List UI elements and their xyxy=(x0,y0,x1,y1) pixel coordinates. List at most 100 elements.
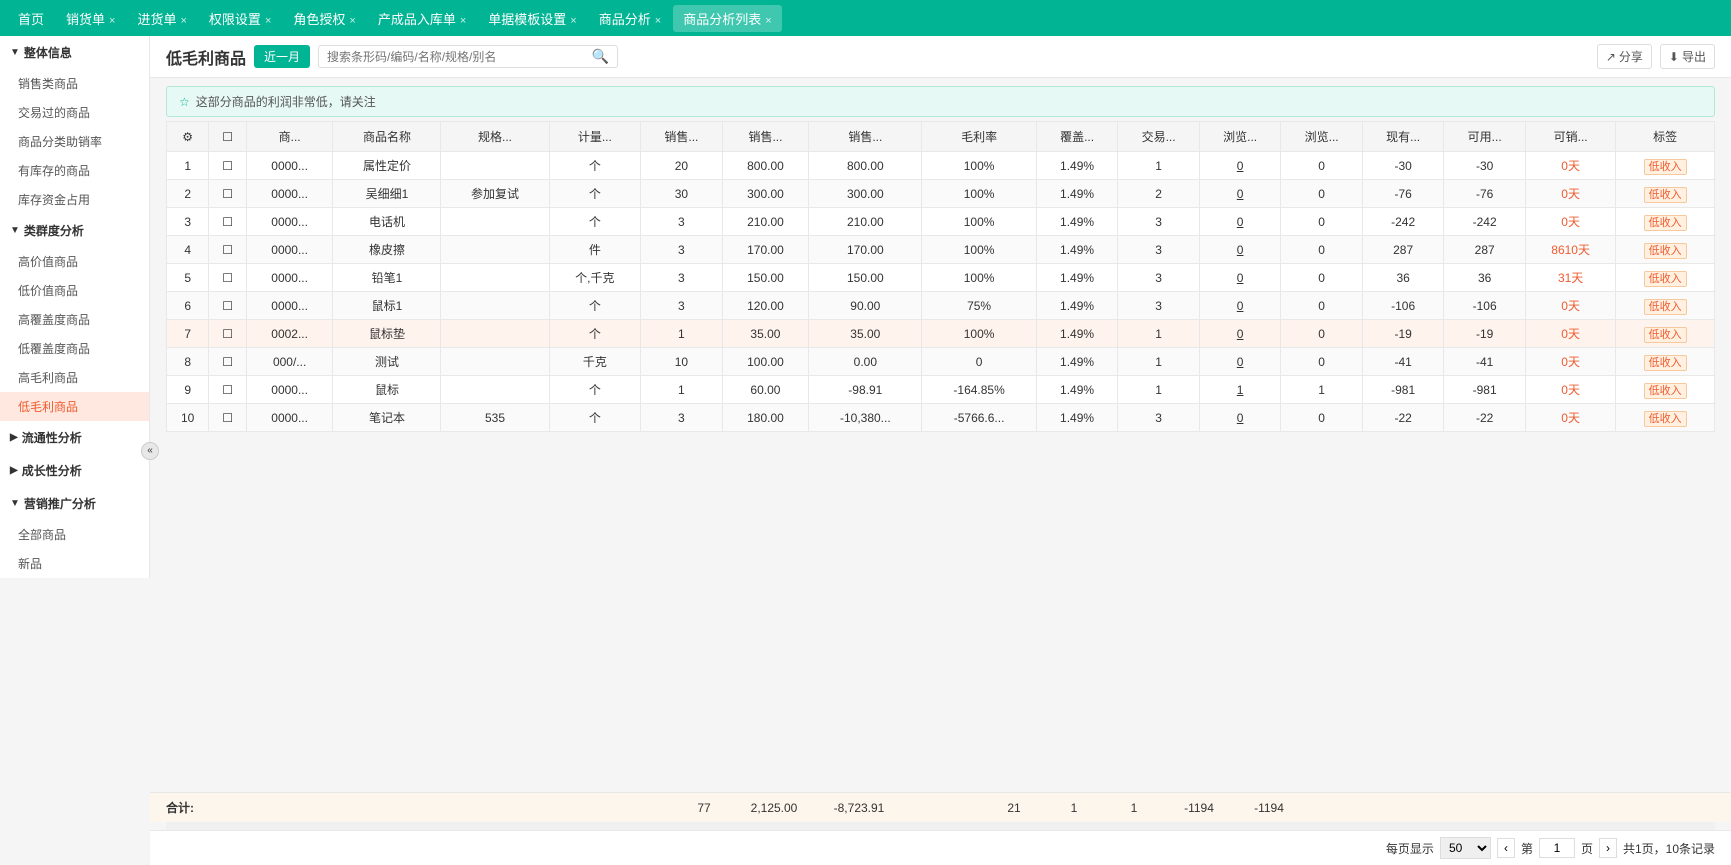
sidebar-section-营销推广分析[interactable]: ▼营销推广分析 xyxy=(0,487,149,520)
col-header-11[interactable]: 交易... xyxy=(1118,122,1200,152)
table-cell-12[interactable]: 0 xyxy=(1199,292,1281,320)
col-header-3[interactable]: 商品名称 xyxy=(333,122,441,152)
next-page-button[interactable]: › xyxy=(1599,838,1617,858)
table-cell-12[interactable]: 1 xyxy=(1199,376,1281,404)
col-header-10[interactable]: 覆盖... xyxy=(1036,122,1118,152)
nav-item-商品分析列表[interactable]: 商品分析列表× xyxy=(673,5,781,32)
nav-close-icon[interactable]: × xyxy=(655,15,661,27)
sidebar-item-低覆盖度商品[interactable]: 低覆盖度商品 xyxy=(0,334,149,363)
sidebar-section-类群度分析[interactable]: ▼类群度分析 xyxy=(0,214,149,247)
sidebar-item-高价值商品[interactable]: 高价值商品 xyxy=(0,247,149,276)
col-header-4[interactable]: 规格... xyxy=(441,122,549,152)
table-cell-9: 100% xyxy=(922,180,1036,208)
col-header-14[interactable]: 现有... xyxy=(1362,122,1444,152)
table-cell-1[interactable]: ☐ xyxy=(209,208,246,236)
sidebar-section-整体信息[interactable]: ▼整体信息 xyxy=(0,36,149,69)
table-cell-12[interactable]: 0 xyxy=(1199,236,1281,264)
sidebar-item-销售类商品[interactable]: 销售类商品 xyxy=(0,69,149,98)
table-cell-12[interactable]: 0 xyxy=(1199,348,1281,376)
table-cell-1[interactable]: ☐ xyxy=(209,320,246,348)
col-header-13[interactable]: 浏览... xyxy=(1281,122,1363,152)
table-cell-1[interactable]: ☐ xyxy=(209,292,246,320)
share-button[interactable]: ↗ 分享 xyxy=(1597,44,1652,69)
table-cell-13: 0 xyxy=(1281,152,1363,180)
col-header-15[interactable]: 可用... xyxy=(1444,122,1526,152)
table-cell-1[interactable]: ☐ xyxy=(209,348,246,376)
footer-sales2: 2,125.00 xyxy=(734,801,814,815)
sidebar-item-高毛利商品[interactable]: 高毛利商品 xyxy=(0,363,149,392)
nav-close-icon[interactable]: × xyxy=(180,15,186,27)
nav-close-icon[interactable]: × xyxy=(570,15,576,27)
table-cell-17: 低收入 xyxy=(1616,152,1715,180)
table-cell-1[interactable]: ☐ xyxy=(209,236,246,264)
nav-item-角色授权[interactable]: 角色授权× xyxy=(283,5,365,32)
sidebar-item-全部商品[interactable]: 全部商品 xyxy=(0,520,149,549)
table-cell-12[interactable]: 0 xyxy=(1199,264,1281,292)
table-cell-1[interactable]: ☐ xyxy=(209,404,246,432)
col-header-6[interactable]: 销售... xyxy=(641,122,723,152)
date-filter-button[interactable]: 近一月 xyxy=(254,45,310,68)
nav-item-商品分析[interactable]: 商品分析× xyxy=(589,5,671,32)
nav-item-产成品入库单[interactable]: 产成品入库单× xyxy=(368,5,476,32)
col-header-8[interactable]: 销售... xyxy=(809,122,922,152)
nav-item-进货单[interactable]: 进货单× xyxy=(127,5,196,32)
tag-badge: 低收入 xyxy=(1644,327,1687,343)
nav-close-icon[interactable]: × xyxy=(109,15,115,27)
table-cell-12[interactable]: 0 xyxy=(1199,180,1281,208)
export-button[interactable]: ⬇ 导出 xyxy=(1660,44,1715,69)
table-cell-12[interactable]: 0 xyxy=(1199,208,1281,236)
table-cell-12[interactable]: 0 xyxy=(1199,152,1281,180)
col-header-16[interactable]: 可销... xyxy=(1525,122,1615,152)
sidebar-item-低毛利商品[interactable]: 低毛利商品 xyxy=(0,392,149,421)
table-cell-10: 1.49% xyxy=(1036,264,1118,292)
nav-close-icon[interactable]: × xyxy=(265,15,271,27)
page-label: 第 xyxy=(1521,840,1533,857)
sidebar-section-成长性分析[interactable]: ▶成长性分析 xyxy=(0,454,149,487)
nav-close-icon[interactable]: × xyxy=(460,15,466,27)
page-number-input[interactable] xyxy=(1539,838,1575,858)
sidebar-item-库存资金占用[interactable]: 库存资金占用 xyxy=(0,185,149,214)
search-input[interactable] xyxy=(327,50,592,64)
prev-page-button[interactable]: ‹ xyxy=(1497,838,1515,858)
table-cell-2: 0000... xyxy=(246,376,333,404)
col-header-17[interactable]: 标签 xyxy=(1616,122,1715,152)
sidebar-section-流通性分析[interactable]: ▶流通性分析 xyxy=(0,421,149,454)
nav-item-销货单[interactable]: 销货单× xyxy=(56,5,125,32)
sidebar-item-有库存的商品[interactable]: 有库存的商品 xyxy=(0,156,149,185)
sidebar-item-新品[interactable]: 新品 xyxy=(0,549,149,578)
table-cell-1[interactable]: ☐ xyxy=(209,376,246,404)
table-cell-1[interactable]: ☐ xyxy=(209,152,246,180)
per-page-select[interactable]: 50 20 100 xyxy=(1440,837,1491,859)
sidebar-item-交易过的商品[interactable]: 交易过的商品 xyxy=(0,98,149,127)
col-header-12[interactable]: 浏览... xyxy=(1199,122,1281,152)
col-header-9[interactable]: 毛利率 xyxy=(922,122,1036,152)
table-cell-17: 低收入 xyxy=(1616,208,1715,236)
table-cell-12[interactable]: 0 xyxy=(1199,320,1281,348)
table-cell-6: 1 xyxy=(641,320,723,348)
table-cell-2: 0000... xyxy=(246,292,333,320)
arrow-icon: ▶ xyxy=(10,432,18,443)
sidebar-item-商品分类助销率[interactable]: 商品分类助销率 xyxy=(0,127,149,156)
table-cell-12[interactable]: 0 xyxy=(1199,404,1281,432)
table-cell-13: 0 xyxy=(1281,180,1363,208)
sidebar: ▼整体信息销售类商品交易过的商品商品分类助销率有库存的商品库存资金占用▼类群度分… xyxy=(0,36,150,578)
table-cell-15: -30 xyxy=(1444,152,1526,180)
arrow-icon: ▼ xyxy=(10,225,20,236)
table-cell-13: 0 xyxy=(1281,292,1363,320)
col-header-7[interactable]: 销售... xyxy=(722,122,809,152)
table-cell-1[interactable]: ☐ xyxy=(209,180,246,208)
sidebar-item-低价值商品[interactable]: 低价值商品 xyxy=(0,276,149,305)
sidebar-collapse-btn[interactable]: « xyxy=(141,442,159,460)
nav-close-icon[interactable]: × xyxy=(349,15,355,27)
nav-item-首页[interactable]: 首页 xyxy=(8,5,54,32)
table-cell-1[interactable]: ☐ xyxy=(209,264,246,292)
nav-item-单据模板设置[interactable]: 单据模板设置× xyxy=(478,5,586,32)
col-header-2[interactable]: 商... xyxy=(246,122,333,152)
sidebar-item-高覆盖度商品[interactable]: 高覆盖度商品 xyxy=(0,305,149,334)
col-header-5[interactable]: 计量... xyxy=(549,122,641,152)
nav-item-权限设置[interactable]: 权限设置× xyxy=(199,5,281,32)
footer-spacer xyxy=(294,801,674,815)
horizontal-scrollbar[interactable] xyxy=(166,822,1715,830)
table-cell-4: 参加复试 xyxy=(441,180,549,208)
nav-close-icon[interactable]: × xyxy=(765,15,771,27)
